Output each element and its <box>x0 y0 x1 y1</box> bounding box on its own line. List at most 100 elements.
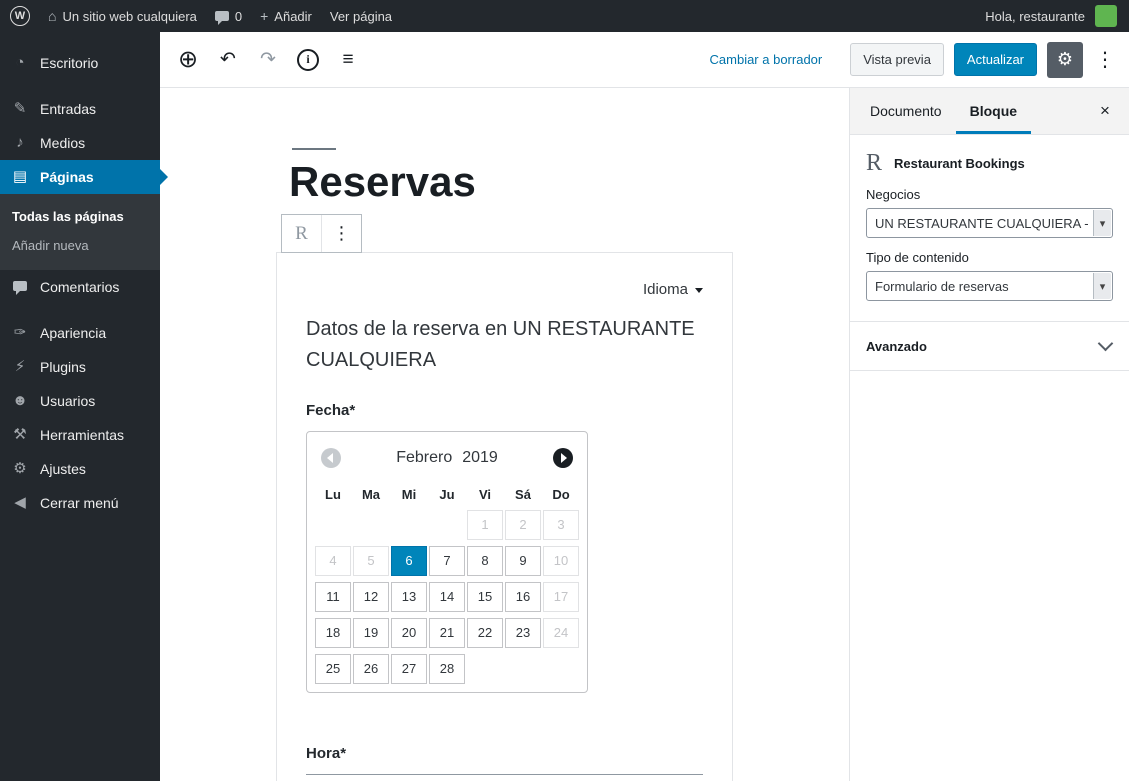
close-icon: × <box>1100 101 1110 120</box>
calendar-empty-cell <box>315 510 351 540</box>
settings-icon: ⚙ <box>13 460 27 477</box>
restaurant-bookings-logo-icon: R <box>866 150 883 176</box>
calendar-day-12[interactable]: 12 <box>353 582 389 612</box>
calendar-month: Febrero <box>396 449 453 466</box>
calendar-day-20[interactable]: 20 <box>391 618 427 648</box>
calendar-day-9[interactable]: 9 <box>505 546 541 576</box>
settings-sidebar: Documento Bloque × R Restaurant Bookings … <box>849 88 1129 781</box>
calendar-day-18[interactable]: 18 <box>315 618 351 648</box>
admin-bar-right: Hola, restaurante <box>985 5 1117 27</box>
weekday-label: Mi <box>401 487 417 502</box>
select-arrow-icon: ▾ <box>1093 273 1111 299</box>
sidebar-item-cerrar-menu[interactable]: ◀ Cerrar menú <box>0 486 160 520</box>
more-tools-button[interactable]: ⋮ <box>1093 47 1117 72</box>
content-structure-button[interactable]: i <box>290 42 326 78</box>
settings-toggle-button[interactable]: ⚙ <box>1047 41 1083 78</box>
settings-tabs-bar: Documento Bloque × <box>850 88 1129 135</box>
editor-toolbar-left: ⊕ ↶ ↷ i ≡ <box>170 42 366 78</box>
site-name-menu[interactable]: ⌂ Un sitio web cualquiera <box>48 8 197 24</box>
sidebar-item-medios[interactable]: ♪ Medios <box>0 126 160 160</box>
calendar-day-28[interactable]: 28 <box>429 654 465 684</box>
wordpress-menu[interactable]: W <box>10 6 30 26</box>
advanced-section-toggle[interactable]: Avanzado <box>850 321 1129 371</box>
calendar-day-15[interactable]: 15 <box>467 582 503 612</box>
calendar-day-4: 4 <box>315 546 351 576</box>
menu-separator <box>0 80 160 92</box>
close-settings-button[interactable]: × <box>1081 88 1129 134</box>
prev-month-button[interactable] <box>321 448 341 468</box>
calendar-day-26[interactable]: 26 <box>353 654 389 684</box>
calendar-day-19[interactable]: 19 <box>353 618 389 648</box>
next-month-button[interactable] <box>553 448 573 468</box>
tab-documento[interactable]: Documento <box>856 88 956 134</box>
comments-icon <box>10 278 30 296</box>
preview-button[interactable]: Vista previa <box>850 43 944 76</box>
date-field-label: Fecha* <box>306 402 703 419</box>
sidebar-item-apariencia[interactable]: ✑ Apariencia <box>0 316 160 350</box>
weekday-label: Ju <box>439 487 455 502</box>
weekday-label: Do <box>552 487 570 502</box>
block-options-button[interactable]: ⋮ <box>321 215 361 252</box>
undo-button[interactable]: ↶ <box>210 42 246 78</box>
language-dropdown[interactable]: Idioma <box>643 281 703 298</box>
calendar-day-23[interactable]: 23 <box>505 618 541 648</box>
form-heading: Datos de la reserva en UN RESTAURANTE CU… <box>306 318 695 371</box>
weekday-label: Ma <box>361 487 381 502</box>
sidebar-item-plugins[interactable]: ⚡ Plugins <box>0 350 160 384</box>
sidebar-item-label: Ajustes <box>40 461 86 477</box>
pin-icon: ✎ <box>13 100 27 117</box>
block-type-button[interactable]: R <box>282 215 321 252</box>
field-label-negocios: Negocios <box>866 187 921 202</box>
media-icon: ♪ <box>16 134 24 151</box>
block-card-title: Restaurant Bookings <box>894 155 1025 171</box>
calendar-day-16[interactable]: 16 <box>505 582 541 612</box>
comments-icon <box>214 11 229 25</box>
calendar-day-22[interactable]: 22 <box>467 618 503 648</box>
calendar-empty-cell <box>505 654 541 684</box>
sidebar-item-escritorio[interactable]: ◔ Escritorio <box>0 46 160 80</box>
calendar-day-25[interactable]: 25 <box>315 654 351 684</box>
sidebar-item-paginas[interactable]: ▤ Páginas <box>0 160 168 194</box>
block-navigation-button[interactable]: ≡ <box>330 42 366 78</box>
switch-to-draft-link[interactable]: Cambiar a borrador <box>710 52 823 67</box>
calendar-day-11[interactable]: 11 <box>315 582 351 612</box>
submenu-item-anadir-nueva[interactable]: Añadir nueva <box>0 231 160 260</box>
time-label-text: Hora <box>306 745 341 762</box>
date-label-text: Fecha <box>306 402 350 419</box>
sidebar-item-entradas[interactable]: ✎ Entradas <box>0 92 160 126</box>
pages-icon: ▤ <box>12 168 28 185</box>
calendar-day-8[interactable]: 8 <box>467 546 503 576</box>
calendar-day-27[interactable]: 27 <box>391 654 427 684</box>
sidebar-item-comentarios[interactable]: Comentarios <box>0 270 160 304</box>
calendar-day-13[interactable]: 13 <box>391 582 427 612</box>
chevron-left-icon <box>327 453 333 463</box>
tools-icon: ⚒ <box>13 426 27 443</box>
sidebar-item-herramientas[interactable]: ⚒ Herramientas <box>0 418 160 452</box>
booking-form-block[interactable]: Idioma Datos de la reserva en UN RESTAUR… <box>276 252 733 781</box>
calendar-day-7[interactable]: 7 <box>429 546 465 576</box>
sidebar-item-label: Páginas <box>40 169 94 185</box>
calendar-day-6[interactable]: 6 <box>391 546 427 576</box>
update-button[interactable]: Actualizar <box>953 43 1037 76</box>
page-title[interactable]: Reservas <box>289 158 476 206</box>
calendar-day-10: 10 <box>543 546 579 576</box>
select-tipo-de-contenido[interactable]: Formulario de reservas ▾ <box>866 271 1113 301</box>
view-page-menu[interactable]: Ver página <box>330 9 392 24</box>
new-content-menu[interactable]: + Añadir <box>260 8 312 24</box>
sidebar-item-usuarios[interactable]: ☻ Usuarios <box>0 384 160 418</box>
plugins-icon: ⚡ <box>14 358 26 375</box>
account-menu[interactable]: Hola, restaurante <box>985 5 1117 27</box>
sidebar-item-ajustes[interactable]: ⚙ Ajustes <box>0 452 160 486</box>
select-negocios[interactable]: UN RESTAURANTE CUALQUIERA - C ▾ <box>866 208 1113 238</box>
time-input[interactable] <box>306 774 703 775</box>
redo-button[interactable]: ↷ <box>250 42 286 78</box>
home-icon: ⌂ <box>48 8 57 24</box>
calendar-header: Febrero 2019 <box>315 440 579 472</box>
comments-menu[interactable]: 0 <box>214 9 242 25</box>
calendar-day-14[interactable]: 14 <box>429 582 465 612</box>
submenu-item-todas-las-paginas[interactable]: Todas las páginas <box>0 202 160 231</box>
add-block-button[interactable]: ⊕ <box>170 42 206 78</box>
tab-bloque[interactable]: Bloque <box>956 88 1031 134</box>
calendar-day-21[interactable]: 21 <box>429 618 465 648</box>
editor-toolbar-right: Cambiar a borrador Vista previa Actualiz… <box>710 41 1117 78</box>
